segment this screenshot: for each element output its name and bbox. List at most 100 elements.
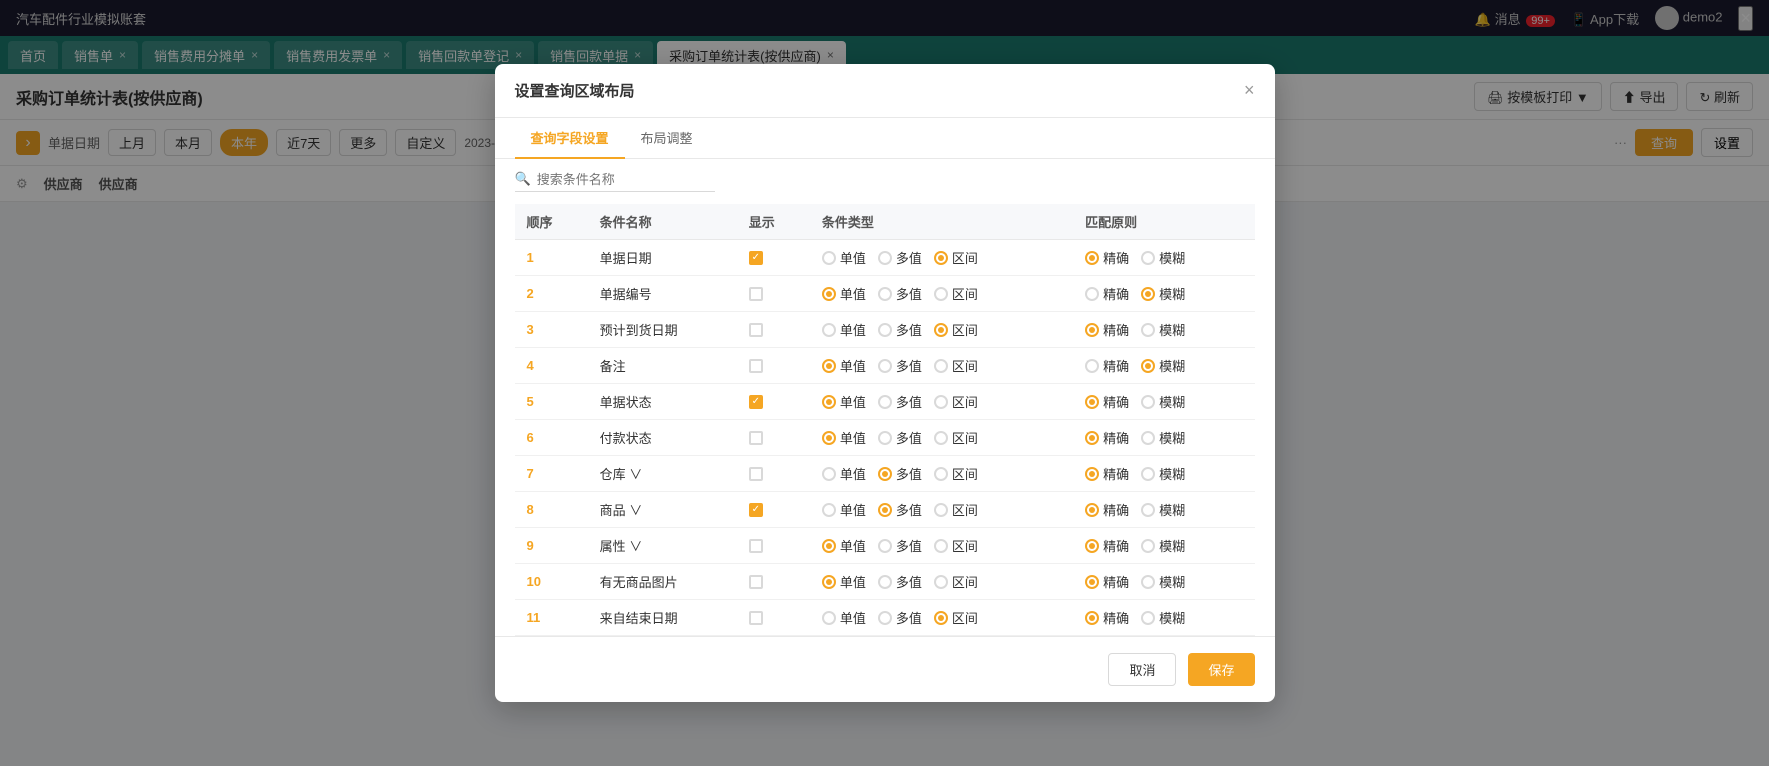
radio-match-精确[interactable]: 精确 [1085,428,1129,447]
radio-match-模糊[interactable]: 模糊 [1141,464,1185,483]
radio-match-模糊[interactable]: 模糊 [1141,320,1185,339]
checkbox[interactable] [749,251,763,265]
radio-match-模糊[interactable]: 模糊 [1141,536,1185,555]
radio-type-区间[interactable]: 区间 [934,572,978,591]
radio-type-单值[interactable]: 单值 [822,500,866,519]
radio-type-单值[interactable]: 单值 [822,248,866,267]
radio-match-模糊[interactable]: 模糊 [1141,428,1185,447]
modal-tab-layout[interactable]: 布局调整 [625,118,709,159]
row-display-checkbox[interactable] [737,600,810,636]
radio-match-模糊[interactable]: 模糊 [1141,572,1185,591]
radio-type-区间[interactable]: 区间 [934,464,978,483]
cancel-button[interactable]: 取消 [1108,653,1176,686]
search-input[interactable] [537,172,697,187]
radio-type-单值[interactable]: 单值 [822,284,866,303]
radio-match-模糊[interactable]: 模糊 [1141,500,1185,519]
radio-type-多值[interactable]: 多值 [878,572,922,591]
radio-type-单值[interactable]: 单值 [822,320,866,339]
radio-match-精确[interactable]: 精确 [1085,572,1129,591]
radio-label: 精确 [1103,356,1129,375]
row-display-checkbox[interactable] [737,492,810,528]
radio-circle [1141,467,1155,481]
row-display-checkbox[interactable] [737,384,810,420]
modal-dialog: 设置查询区域布局 × 查询字段设置 布局调整 🔍 顺序 条件名称 显示 条件类型… [495,64,1275,702]
row-condition-name: 预计到货日期 [588,312,737,348]
radio-type-多值[interactable]: 多值 [878,320,922,339]
modal-header: 设置查询区域布局 × [495,64,1275,118]
checkbox[interactable] [749,539,763,553]
row-display-checkbox[interactable] [737,528,810,564]
modal-tab-query[interactable]: 查询字段设置 [515,118,625,159]
radio-type-单值[interactable]: 单值 [822,356,866,375]
radio-type-多值[interactable]: 多值 [878,356,922,375]
row-display-checkbox[interactable] [737,420,810,456]
radio-match-模糊[interactable]: 模糊 [1141,608,1185,627]
radio-label: 多值 [896,284,922,303]
radio-type-多值[interactable]: 多值 [878,500,922,519]
checkbox[interactable] [749,575,763,589]
checkbox[interactable] [749,431,763,445]
radio-match-模糊[interactable]: 模糊 [1141,356,1185,375]
row-display-checkbox[interactable] [737,348,810,384]
radio-label: 精确 [1103,464,1129,483]
radio-label: 精确 [1103,608,1129,627]
radio-type-区间[interactable]: 区间 [934,320,978,339]
radio-type-区间[interactable]: 区间 [934,536,978,555]
radio-circle [1085,467,1099,481]
checkbox[interactable] [749,611,763,625]
radio-type-区间[interactable]: 区间 [934,284,978,303]
radio-match-模糊[interactable]: 模糊 [1141,392,1185,411]
radio-match-精确[interactable]: 精确 [1085,356,1129,375]
radio-type-单值[interactable]: 单值 [822,608,866,627]
radio-match-精确[interactable]: 精确 [1085,536,1129,555]
checkbox[interactable] [749,359,763,373]
radio-type-多值[interactable]: 多值 [878,608,922,627]
row-display-checkbox[interactable] [737,456,810,492]
checkbox[interactable] [749,467,763,481]
radio-match-模糊[interactable]: 模糊 [1141,284,1185,303]
radio-match-精确[interactable]: 精确 [1085,500,1129,519]
radio-type-多值[interactable]: 多值 [878,464,922,483]
radio-type-单值[interactable]: 单值 [822,392,866,411]
radio-label: 多值 [896,464,922,483]
radio-type-多值[interactable]: 多值 [878,392,922,411]
radio-match-精确[interactable]: 精确 [1085,284,1129,303]
radio-type-区间[interactable]: 区间 [934,248,978,267]
radio-type-区间[interactable]: 区间 [934,392,978,411]
table-row: 4备注单值多值区间精确模糊 [515,348,1255,384]
conditions-table: 顺序 条件名称 显示 条件类型 匹配原则 1单据日期单值多值区间精确模糊2单据编… [515,204,1255,636]
checkbox[interactable] [749,395,763,409]
save-button[interactable]: 保存 [1188,653,1254,686]
radio-type-多值[interactable]: 多值 [878,248,922,267]
radio-match-精确[interactable]: 精确 [1085,320,1129,339]
radio-circle [878,575,892,589]
radio-type-区间[interactable]: 区间 [934,500,978,519]
checkbox[interactable] [749,503,763,517]
radio-label: 多值 [896,320,922,339]
radio-type-单值[interactable]: 单值 [822,572,866,591]
radio-type-多值[interactable]: 多值 [878,284,922,303]
radio-type-单值[interactable]: 单值 [822,464,866,483]
checkbox[interactable] [749,287,763,301]
radio-match-精确[interactable]: 精确 [1085,248,1129,267]
row-display-checkbox[interactable] [737,312,810,348]
row-display-checkbox[interactable] [737,276,810,312]
radio-type-区间[interactable]: 区间 [934,608,978,627]
row-type-radio: 单值多值区间 [810,564,1073,600]
row-display-checkbox[interactable] [737,564,810,600]
radio-type-多值[interactable]: 多值 [878,536,922,555]
radio-match-精确[interactable]: 精确 [1085,608,1129,627]
radio-match-模糊[interactable]: 模糊 [1141,248,1185,267]
radio-match-精确[interactable]: 精确 [1085,392,1129,411]
radio-type-单值[interactable]: 单值 [822,428,866,447]
radio-circle [1085,359,1099,373]
radio-type-区间[interactable]: 区间 [934,428,978,447]
radio-label: 多值 [896,248,922,267]
radio-type-单值[interactable]: 单值 [822,536,866,555]
radio-type-区间[interactable]: 区间 [934,356,978,375]
modal-close-button[interactable]: × [1244,80,1255,101]
checkbox[interactable] [749,323,763,337]
radio-match-精确[interactable]: 精确 [1085,464,1129,483]
row-display-checkbox[interactable] [737,240,810,276]
radio-type-多值[interactable]: 多值 [878,428,922,447]
